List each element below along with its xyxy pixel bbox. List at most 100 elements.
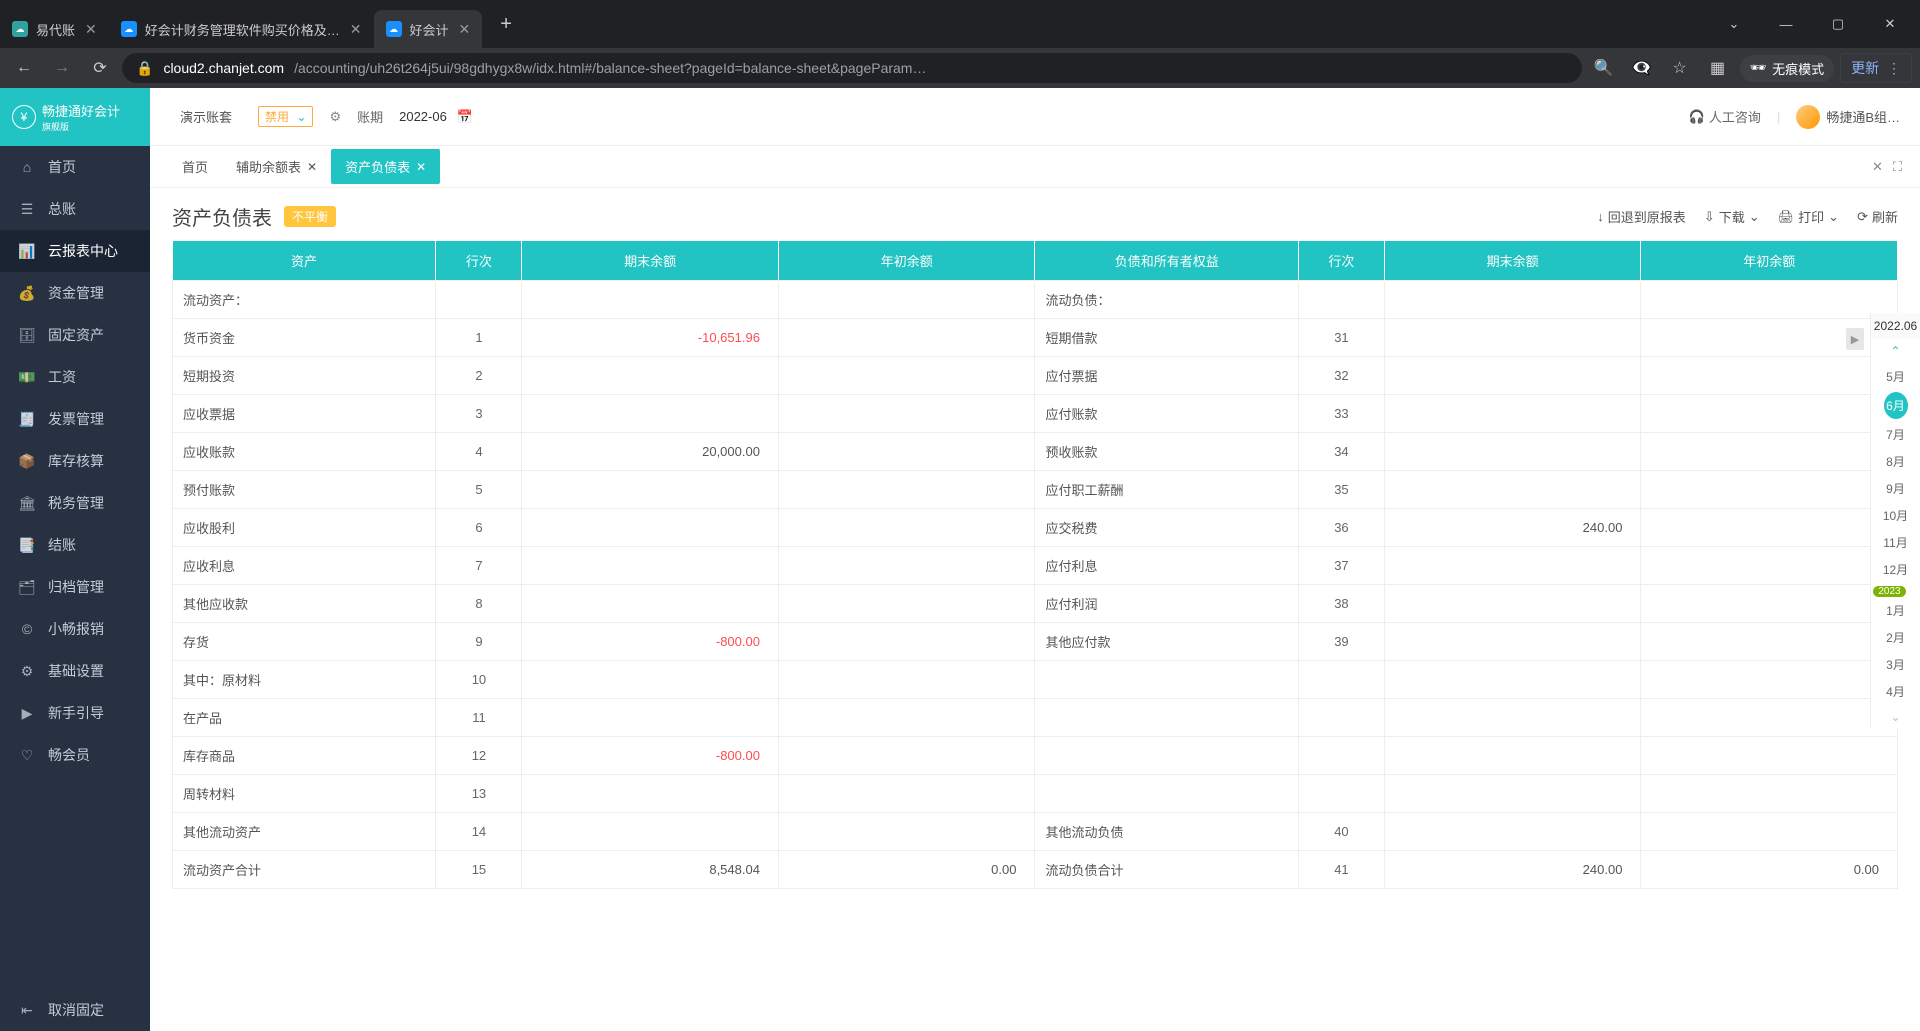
sidebar-item-close[interactable]: 📑 结账: [0, 524, 150, 566]
page-tab[interactable]: 首页: [168, 149, 222, 184]
month-item[interactable]: 6月: [1884, 392, 1908, 419]
sidebar-item-reimburse[interactable]: © 小畅报销: [0, 608, 150, 650]
member-icon: ♡: [18, 746, 36, 764]
sidebar-item-tax[interactable]: 🏛 税务管理: [0, 482, 150, 524]
table-row[interactable]: 周转材料13: [173, 775, 1898, 813]
url-path: /accounting/uh26t264j5ui/98gdhygx8w/idx.…: [294, 60, 926, 76]
scroll-up-button[interactable]: ⌃: [1871, 339, 1920, 363]
sidebar-item-label: 基础设置: [48, 661, 104, 681]
browser-tab[interactable]: ☁ 好会计 ✕: [374, 10, 483, 48]
cell-row-l: 41: [1298, 851, 1384, 889]
close-all-tabs-icon[interactable]: ✕: [1872, 159, 1883, 175]
table-row[interactable]: 其中：原材料10: [173, 661, 1898, 699]
sidebar-item-asset[interactable]: 🗄 固定资产: [0, 314, 150, 356]
download-icon: ⇩: [1704, 209, 1715, 225]
print-button[interactable]: 🖨 打印 ⌄: [1778, 207, 1839, 226]
scroll-down-button[interactable]: ⌄: [1871, 705, 1920, 729]
table-row[interactable]: 存货9-800.00其他应付款39: [173, 623, 1898, 661]
cell-asset: 预付账款: [173, 471, 436, 509]
cell-asset: 周转材料: [173, 775, 436, 813]
sidebar-item-home[interactable]: ⌂ 首页: [0, 146, 150, 188]
human-support-link[interactable]: 🎧 人工咨询: [1689, 107, 1761, 126]
table-scroll-right-button[interactable]: ▶: [1846, 328, 1864, 350]
table-row[interactable]: 预付账款5应付职工薪酬35: [173, 471, 1898, 509]
month-item[interactable]: 11月: [1871, 529, 1920, 556]
close-icon[interactable]: ✕: [459, 21, 471, 38]
sidebar-item-inventory[interactable]: 📦 库存核算: [0, 440, 150, 482]
table-row[interactable]: 货币资金1-10,651.96短期借款31: [173, 319, 1898, 357]
sidebar-item-salary[interactable]: 💵 工资: [0, 356, 150, 398]
update-button[interactable]: 更新 ⋮: [1840, 53, 1912, 83]
app-logo[interactable]: ¥ 畅捷通好会计 旗舰版: [0, 88, 150, 146]
table-row[interactable]: 应收利息7应付利息37: [173, 547, 1898, 585]
table-row[interactable]: 短期投资2应付票据32: [173, 357, 1898, 395]
table-row[interactable]: 应收票据3应付账款33: [173, 395, 1898, 433]
sidebar-item-funds[interactable]: 💰 资金管理: [0, 272, 150, 314]
eye-off-icon[interactable]: 👁‍🗨: [1626, 52, 1658, 84]
month-item[interactable]: 12月: [1871, 556, 1920, 583]
username[interactable]: 畅捷通B组…: [1826, 107, 1900, 126]
year-label[interactable]: 2022.06: [1871, 313, 1920, 339]
table-row[interactable]: 应收账款420,000.00预收账款34: [173, 433, 1898, 471]
month-item[interactable]: 5月: [1871, 363, 1920, 390]
sidebar-item-invoice[interactable]: 🧾 发票管理: [0, 398, 150, 440]
table-row[interactable]: 应收股利6应交税费36240.00: [173, 509, 1898, 547]
close-icon[interactable]: ✕: [85, 21, 97, 38]
month-item[interactable]: 3月: [1871, 651, 1920, 678]
month-item[interactable]: 7月: [1871, 421, 1920, 448]
zoom-icon[interactable]: 🔍: [1588, 52, 1620, 84]
cell-row-a: 10: [436, 661, 522, 699]
sidebar-item-settings[interactable]: ⚙ 基础设置: [0, 650, 150, 692]
account-selector[interactable]: 演示账套: [170, 103, 242, 130]
chevron-down-icon[interactable]: ⌄: [1712, 8, 1756, 40]
window-minimize-button[interactable]: —: [1764, 8, 1808, 40]
cell-row-a: 5: [436, 471, 522, 509]
month-item[interactable]: 10月: [1871, 502, 1920, 529]
period-value[interactable]: 2022-06 📅: [399, 109, 473, 125]
revert-button[interactable]: ↓ 回退到原报表: [1597, 207, 1686, 226]
month-item[interactable]: 9月: [1871, 475, 1920, 502]
fullscreen-icon[interactable]: ⛶: [1893, 159, 1902, 175]
page-tab[interactable]: 辅助余额表✕: [222, 149, 331, 184]
settings-icon[interactable]: ⚙: [329, 109, 341, 125]
page-tab[interactable]: 资产负债表✕: [331, 149, 440, 184]
close-icon[interactable]: ✕: [307, 160, 317, 174]
table-row[interactable]: 流动资产合计158,548.040.00流动负债合计41240.000.00: [173, 851, 1898, 889]
table-row[interactable]: 库存商品12-800.00: [173, 737, 1898, 775]
download-button[interactable]: ⇩ 下载 ⌄: [1704, 207, 1760, 226]
forward-button[interactable]: →: [46, 52, 78, 84]
print-icon: 🖨: [1778, 209, 1795, 225]
month-item[interactable]: 1月: [1871, 597, 1920, 624]
close-icon[interactable]: ✕: [416, 160, 426, 174]
refresh-button[interactable]: ⟳ 刷新: [1857, 207, 1898, 226]
usage-badge[interactable]: 禁用 ⌄: [258, 106, 313, 127]
close-icon[interactable]: ✕: [350, 21, 362, 38]
sidebar-item-guide[interactable]: ▶ 新手引导: [0, 692, 150, 734]
window-close-button[interactable]: ✕: [1868, 8, 1912, 40]
back-button[interactable]: ←: [8, 52, 40, 84]
cell-begin-a: 0.00: [778, 851, 1035, 889]
reload-button[interactable]: ⟳: [84, 52, 116, 84]
browser-tab[interactable]: ☁ 好会计财务管理软件购买价格及… ✕: [109, 10, 374, 48]
sidebar-item-ledger[interactable]: ☰ 总账: [0, 188, 150, 230]
table-row[interactable]: 其他流动资产14其他流动负债40: [173, 813, 1898, 851]
bookmark-icon[interactable]: ☆: [1664, 52, 1696, 84]
sidebar-item-archive[interactable]: 🗂 归档管理: [0, 566, 150, 608]
cell-begin-a: [778, 547, 1035, 585]
month-item[interactable]: 2月: [1871, 624, 1920, 651]
sidebar-item-report[interactable]: 📊 云报表中心: [0, 230, 150, 272]
table-scroll-region[interactable]: 资产 行次 期末余额 年初余额 负债和所有者权益 行次 期末余额 年初余额 流动…: [150, 241, 1920, 1031]
new-tab-button[interactable]: +: [492, 9, 520, 40]
month-item[interactable]: 4月: [1871, 678, 1920, 705]
extension-icon[interactable]: ▦: [1702, 52, 1734, 84]
table-row[interactable]: 其他应收款8应付利润38: [173, 585, 1898, 623]
table-row[interactable]: 流动资产：流动负债：: [173, 281, 1898, 319]
sidebar-item-member[interactable]: ♡ 畅会员: [0, 734, 150, 776]
table-row[interactable]: 在产品11: [173, 699, 1898, 737]
address-bar[interactable]: 🔒 cloud2.chanjet.com /accounting/uh26t26…: [122, 53, 1582, 83]
pin-toggle[interactable]: ⇤ 取消固定: [0, 989, 150, 1031]
month-item[interactable]: 8月: [1871, 448, 1920, 475]
window-maximize-button[interactable]: ▢: [1816, 8, 1860, 40]
browser-tab[interactable]: ☁ 易代账 ✕: [0, 10, 109, 48]
avatar[interactable]: [1796, 105, 1820, 129]
